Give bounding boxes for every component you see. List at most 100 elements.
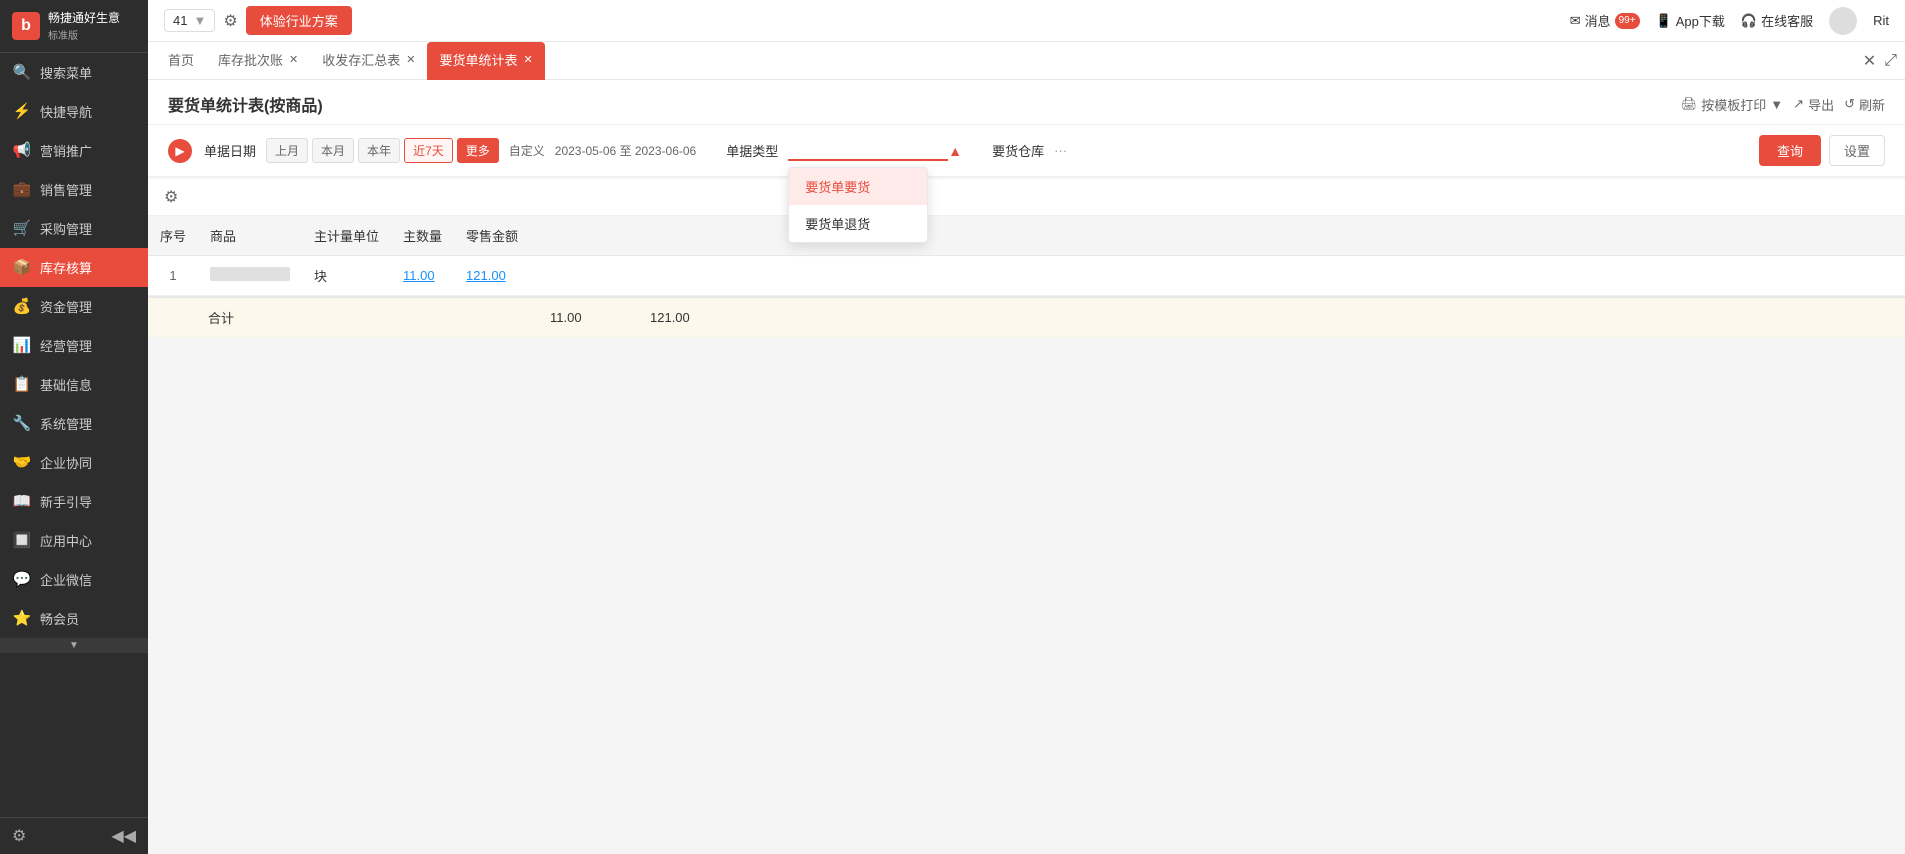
date-btn-last-month[interactable]: 上月 — [266, 138, 308, 163]
sidebar-item-operations[interactable]: 📊 经营管理 — [0, 326, 148, 365]
col-qty: 主数量 — [391, 216, 454, 256]
trial-button[interactable]: 体验行业方案 — [246, 6, 352, 35]
sidebar-collapse-icon[interactable]: ◀◀ — [111, 826, 136, 846]
cell-amount[interactable]: 121.00 — [454, 256, 530, 296]
sidebar-item-label-collab: 企业协同 — [40, 453, 92, 472]
date-custom-btn[interactable]: 自定义 — [509, 142, 545, 159]
store-name: 41 — [173, 13, 187, 28]
vip-icon: ⭐ — [12, 609, 32, 627]
cell-qty[interactable]: 11.00 — [391, 256, 454, 296]
purchase-icon: 🛒 — [12, 219, 32, 237]
footer-amount: 121.00 — [650, 310, 750, 325]
finance-icon: 💰 — [12, 297, 32, 315]
print-button[interactable]: 🖨 按模板打印 ▼ — [1681, 95, 1783, 114]
sidebar-item-vip[interactable]: ⭐ 畅会员 — [0, 599, 148, 638]
warehouse-filter-dots[interactable]: ··· — [1054, 143, 1067, 158]
topbar-right: ✉ 消息 99+ 📱 App下载 🎧 在线客服 Rit — [1570, 7, 1889, 35]
set-button[interactable]: 设置 — [1829, 135, 1885, 166]
marketing-icon: 📢 — [12, 141, 32, 159]
date-btn-more[interactable]: 更多 — [457, 138, 499, 163]
refresh-button[interactable]: ↺ 刷新 — [1844, 95, 1885, 114]
collab-icon: 🤝 — [12, 453, 32, 471]
inventory-icon: 📦 — [12, 258, 32, 276]
sidebar-item-label-sales: 销售管理 — [40, 180, 92, 199]
tab-requisition-close[interactable]: ✕ — [524, 53, 533, 66]
tabs-close-all-icon[interactable]: ✕ — [1863, 51, 1876, 71]
sidebar-logo: b 畅捷通好生意 标准版 — [0, 0, 148, 53]
sidebar-item-search[interactable]: 🔍 搜索菜单 — [0, 53, 148, 92]
print-icon: 🖨 — [1681, 96, 1698, 112]
app-download-label: App下载 — [1676, 11, 1725, 30]
dropdown-item-order-return[interactable]: 要货单退货 — [789, 205, 927, 242]
operations-icon: 📊 — [12, 336, 32, 354]
table-body: 1 块 11.00 121.00 — [148, 256, 1905, 296]
sales-icon: 💼 — [12, 180, 32, 198]
tab-receivable[interactable]: 收发存汇总表 ✕ — [310, 42, 427, 80]
data-table: 序号 商品 主计量单位 主数量 零售金额 1 块 11.00 121.00 — [148, 216, 1905, 296]
sidebar-item-basics[interactable]: 📋 基础信息 — [0, 365, 148, 404]
filter-toggle-button[interactable]: ▶ — [168, 139, 192, 163]
sidebar-gear-icon[interactable]: ⚙ — [12, 826, 26, 846]
sidebar-item-label-guide: 新手引导 — [40, 492, 92, 511]
filter-area: ▶ 单据日期 上月 本月 本年 近7天 更多 自定义 2023-05-06 至 … — [148, 125, 1905, 177]
sidebar-item-system[interactable]: 🔧 系统管理 — [0, 404, 148, 443]
col-index: 序号 — [148, 216, 198, 256]
sidebar-item-label-search: 搜索菜单 — [40, 63, 92, 82]
table-settings-icon[interactable]: ⚙ — [164, 187, 178, 207]
refresh-icon: ↺ — [1844, 96, 1855, 112]
store-chevron-icon: ▼ — [193, 13, 206, 28]
date-btn-this-year[interactable]: 本年 — [358, 138, 400, 163]
sidebar-item-label-purchase: 采购管理 — [40, 219, 92, 238]
online-service-button[interactable]: 🎧 在线客服 — [1741, 11, 1813, 30]
user-avatar[interactable] — [1829, 7, 1857, 35]
tab-home[interactable]: 首页 — [156, 42, 206, 80]
topbar-left: 41 ▼ ⚙ 体验行业方案 — [164, 6, 352, 35]
col-product: 商品 — [198, 216, 302, 256]
sidebar-item-sales[interactable]: 💼 销售管理 — [0, 170, 148, 209]
sidebar-item-label-finance: 资金管理 — [40, 297, 92, 316]
type-filter-input[interactable] — [788, 140, 948, 161]
filter-row: 单据日期 上月 本月 本年 近7天 更多 自定义 2023-05-06 至 20… — [204, 138, 1747, 163]
store-selector[interactable]: 41 ▼ — [164, 9, 215, 32]
tab-inventory-batch-close[interactable]: ✕ — [289, 53, 298, 66]
basics-icon: 📋 — [12, 375, 32, 393]
sidebar-item-wechat[interactable]: 💬 企业微信 — [0, 560, 148, 599]
tab-requisition[interactable]: 要货单统计表 ✕ — [427, 42, 544, 80]
tabs-expand-icon[interactable]: ⤢ — [1884, 52, 1897, 70]
export-icon: ↗ — [1793, 96, 1804, 112]
product-blurred — [210, 267, 290, 281]
date-btn-this-month[interactable]: 本月 — [312, 138, 354, 163]
sidebar-item-purchase[interactable]: 🛒 采购管理 — [0, 209, 148, 248]
type-filter-arrow-icon[interactable]: ▲ — [948, 143, 962, 159]
tab-receivable-close[interactable]: ✕ — [406, 53, 415, 66]
cell-product — [198, 256, 302, 296]
dropdown-item-order-goods[interactable]: 要货单要货 — [789, 168, 927, 205]
col-unit: 主计量单位 — [302, 216, 391, 256]
sidebar-item-inventory[interactable]: 📦 库存核算 — [0, 248, 148, 287]
tab-receivable-label: 收发存汇总表 — [322, 50, 400, 69]
cell-extra — [530, 256, 1905, 296]
sidebar-item-finance[interactable]: 💰 资金管理 — [0, 287, 148, 326]
notif-icon: ✉ — [1570, 13, 1581, 29]
date-btn-7days[interactable]: 近7天 — [404, 138, 453, 163]
tab-inventory-batch[interactable]: 库存批次账 ✕ — [206, 42, 310, 80]
date-filter-label: 单据日期 — [204, 141, 256, 160]
table-row: 1 块 11.00 121.00 — [148, 256, 1905, 296]
export-button[interactable]: ↗ 导出 — [1793, 95, 1834, 114]
sidebar-item-quicknav[interactable]: ⚡ 快捷导航 — [0, 92, 148, 131]
app-download-button[interactable]: 📱 App下载 — [1656, 11, 1725, 30]
sidebar-item-guide[interactable]: 📖 新手引导 — [0, 482, 148, 521]
app-logo-icon: b — [12, 12, 40, 40]
sidebar-scroll-down[interactable]: ▼ — [0, 638, 148, 653]
sidebar-item-label-system: 系统管理 — [40, 414, 92, 433]
notification-button[interactable]: ✉ 消息 99+ — [1570, 11, 1640, 30]
date-buttons: 上月 本月 本年 近7天 更多 — [266, 138, 499, 163]
sidebar-item-marketing[interactable]: 📢 营销推广 — [0, 131, 148, 170]
page-actions: 🖨 按模板打印 ▼ ↗ 导出 ↺ 刷新 — [1681, 95, 1885, 114]
sidebar-item-apps[interactable]: 🔲 应用中心 — [0, 521, 148, 560]
refresh-label: 刷新 — [1859, 95, 1885, 114]
tabs-actions: ✕ ⤢ — [1863, 51, 1897, 71]
query-button[interactable]: 查询 — [1759, 135, 1821, 166]
sidebar-item-collab[interactable]: 🤝 企业协同 — [0, 443, 148, 482]
topbar-settings-icon[interactable]: ⚙ — [223, 11, 237, 31]
